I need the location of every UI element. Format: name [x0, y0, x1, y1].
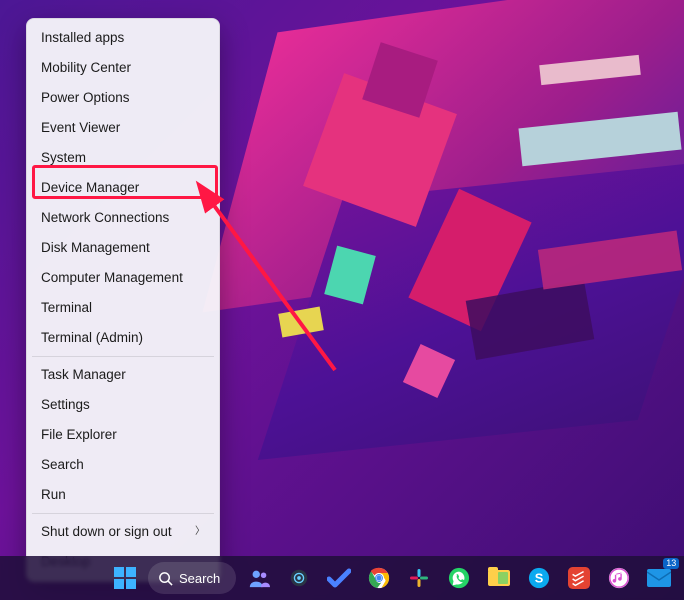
- winx-context-menu: Installed apps Mobility Center Power Opt…: [26, 18, 220, 582]
- svg-text:S: S: [535, 571, 544, 586]
- menu-separator: [32, 513, 214, 514]
- menu-item-label: Computer Management: [41, 270, 183, 286]
- menu-item-label: Mobility Center: [41, 60, 131, 76]
- menu-item-settings[interactable]: Settings: [27, 390, 219, 420]
- taskbar-icon-chrome[interactable]: [362, 561, 396, 595]
- taskbar-search[interactable]: Search: [148, 562, 236, 594]
- menu-item-terminal[interactable]: Terminal: [27, 293, 219, 323]
- menu-item-label: Power Options: [41, 90, 130, 106]
- menu-item-search[interactable]: Search: [27, 450, 219, 480]
- menu-item-computer-management[interactable]: Computer Management: [27, 263, 219, 293]
- taskbar-icon-skype[interactable]: S: [522, 561, 556, 595]
- menu-item-label: Shut down or sign out: [41, 524, 172, 540]
- taskbar-icon-settings[interactable]: [282, 561, 316, 595]
- menu-item-power-options[interactable]: Power Options: [27, 83, 219, 113]
- menu-item-label: File Explorer: [41, 427, 117, 443]
- menu-item-label: System: [41, 150, 86, 166]
- taskbar-icon-music[interactable]: [602, 561, 636, 595]
- menu-item-label: Terminal (Admin): [41, 330, 143, 346]
- menu-item-label: Terminal: [41, 300, 92, 316]
- menu-item-file-explorer[interactable]: File Explorer: [27, 420, 219, 450]
- menu-item-disk-management[interactable]: Disk Management: [27, 233, 219, 263]
- menu-separator: [32, 356, 214, 357]
- taskbar-icon-whatsapp[interactable]: [442, 561, 476, 595]
- start-button[interactable]: [108, 561, 142, 595]
- mail-badge: 13: [663, 558, 679, 569]
- menu-item-event-viewer[interactable]: Event Viewer: [27, 113, 219, 143]
- chevron-right-icon: 〉: [195, 524, 205, 540]
- menu-item-device-manager[interactable]: Device Manager: [27, 173, 219, 203]
- search-icon: [158, 571, 173, 586]
- folder-icon: [488, 570, 510, 586]
- taskbar-icon-mail[interactable]: 13: [642, 561, 676, 595]
- taskbar-search-label: Search: [179, 571, 220, 586]
- taskbar-icon-people[interactable]: [242, 561, 276, 595]
- taskbar-icon-slack[interactable]: [402, 561, 436, 595]
- menu-item-label: Task Manager: [41, 367, 126, 383]
- menu-item-network-connections[interactable]: Network Connections: [27, 203, 219, 233]
- menu-item-mobility-center[interactable]: Mobility Center: [27, 53, 219, 83]
- taskbar-icon-todo[interactable]: [322, 561, 356, 595]
- menu-item-label: Settings: [41, 397, 90, 413]
- menu-item-label: Run: [41, 487, 66, 503]
- taskbar: Search S 13: [0, 556, 684, 600]
- menu-item-run[interactable]: Run: [27, 480, 219, 510]
- menu-item-installed-apps[interactable]: Installed apps: [27, 23, 219, 53]
- menu-item-label: Device Manager: [41, 180, 139, 196]
- menu-item-label: Installed apps: [41, 30, 124, 46]
- taskbar-icon-file-explorer[interactable]: [482, 561, 516, 595]
- menu-item-shutdown-signout[interactable]: Shut down or sign out 〉: [27, 517, 219, 547]
- menu-item-label: Event Viewer: [41, 120, 120, 136]
- taskbar-icon-todoist[interactable]: [562, 561, 596, 595]
- menu-item-terminal-admin[interactable]: Terminal (Admin): [27, 323, 219, 353]
- menu-item-system[interactable]: System: [27, 143, 219, 173]
- menu-item-label: Search: [41, 457, 84, 473]
- menu-item-task-manager[interactable]: Task Manager: [27, 360, 219, 390]
- menu-item-label: Network Connections: [41, 210, 169, 226]
- menu-item-label: Disk Management: [41, 240, 150, 256]
